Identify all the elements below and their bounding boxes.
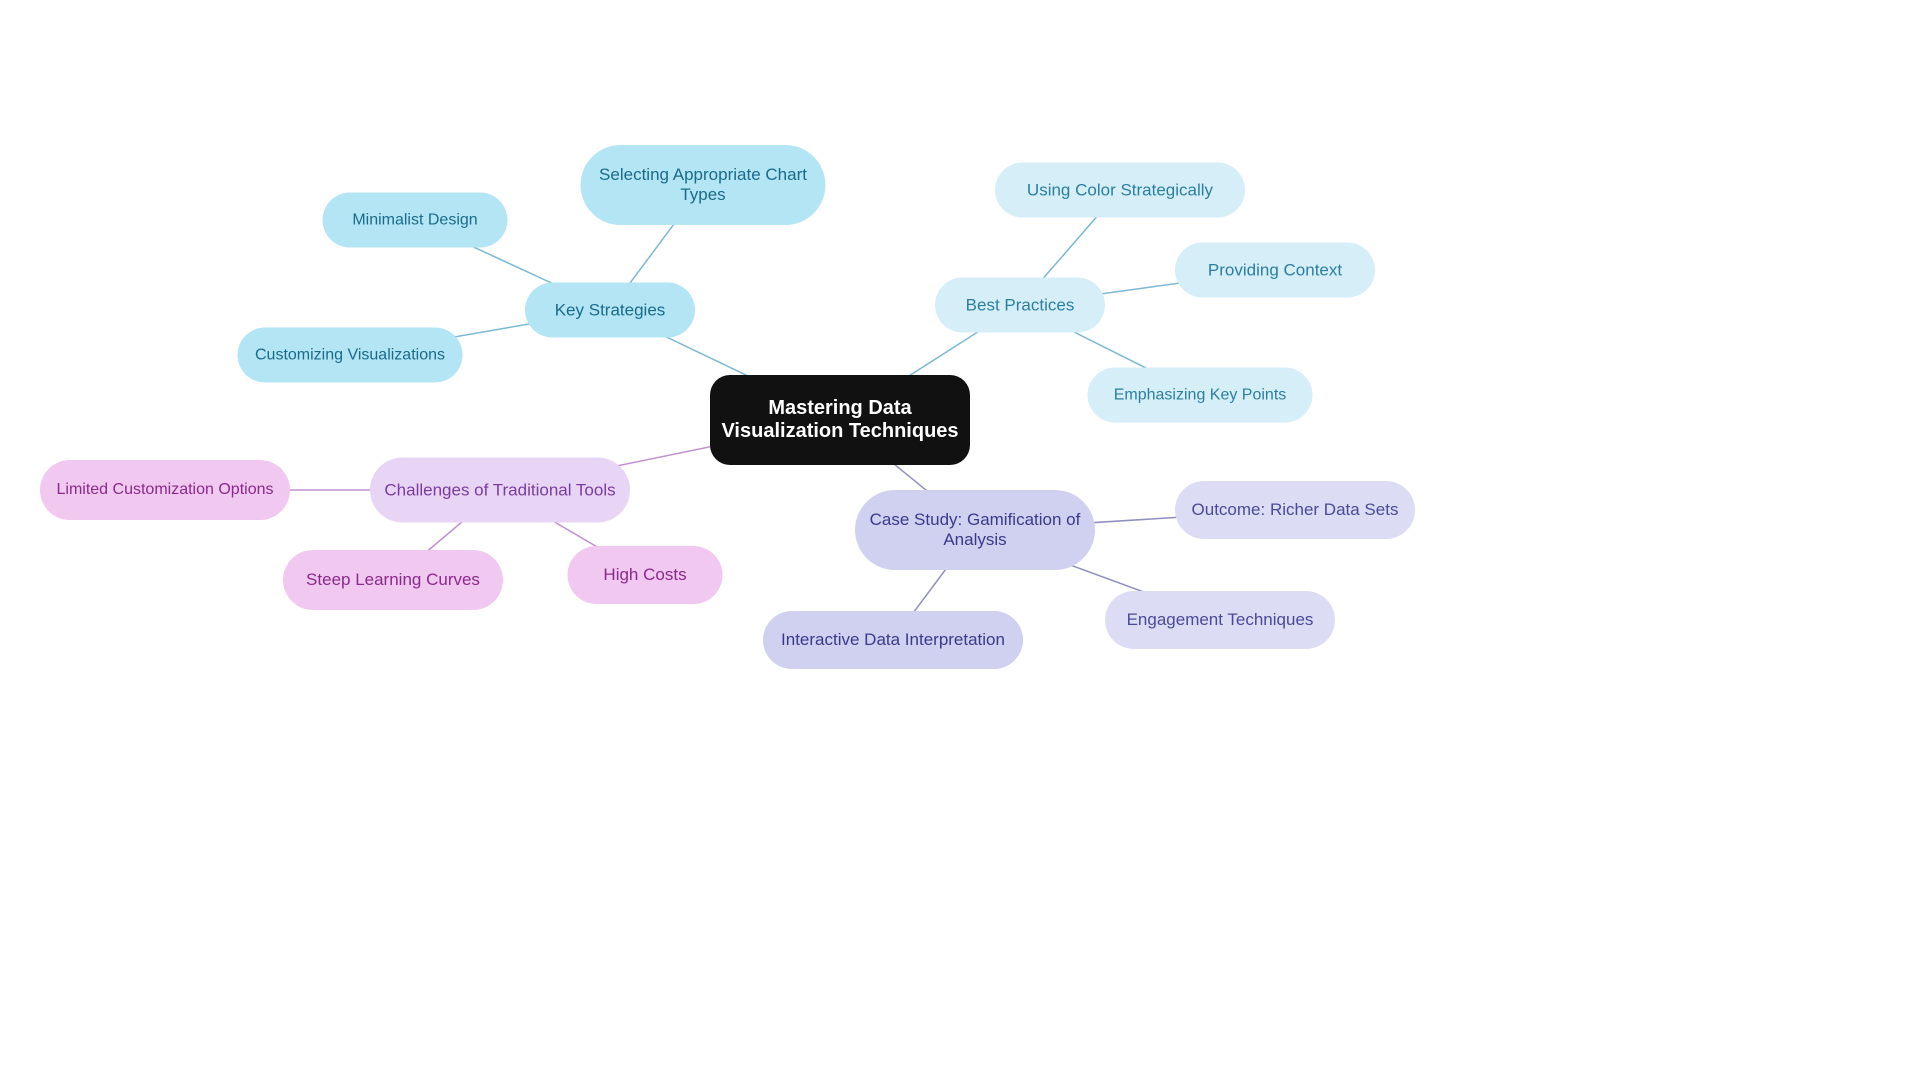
customizing-node[interactable]: Customizing Visualizations [238, 328, 463, 383]
steep-learning-node[interactable]: Steep Learning Curves [283, 550, 503, 610]
key-strategies-node[interactable]: Key Strategies [525, 283, 695, 338]
emphasizing-key-node[interactable]: Emphasizing Key Points [1088, 368, 1313, 423]
high-costs-node[interactable]: High Costs [568, 546, 723, 604]
selecting-chart-node[interactable]: Selecting Appropriate Chart Types [581, 145, 826, 225]
mind-map: Mastering Data Visualization Techniques … [0, 0, 1920, 1083]
limited-customization-node[interactable]: Limited Customization Options [40, 460, 290, 520]
using-color-node[interactable]: Using Color Strategically [995, 163, 1245, 218]
challenges-node[interactable]: Challenges of Traditional Tools [370, 458, 630, 523]
center-node[interactable]: Mastering Data Visualization Techniques [710, 375, 970, 465]
case-study-node[interactable]: Case Study: Gamification of Analysis [855, 490, 1095, 570]
interactive-data-node[interactable]: Interactive Data Interpretation [763, 611, 1023, 669]
best-practices-node[interactable]: Best Practices [935, 278, 1105, 333]
minimalist-design-node[interactable]: Minimalist Design [323, 193, 508, 248]
engagement-node[interactable]: Engagement Techniques [1105, 591, 1335, 649]
providing-context-node[interactable]: Providing Context [1175, 243, 1375, 298]
outcome-node[interactable]: Outcome: Richer Data Sets [1175, 481, 1415, 539]
